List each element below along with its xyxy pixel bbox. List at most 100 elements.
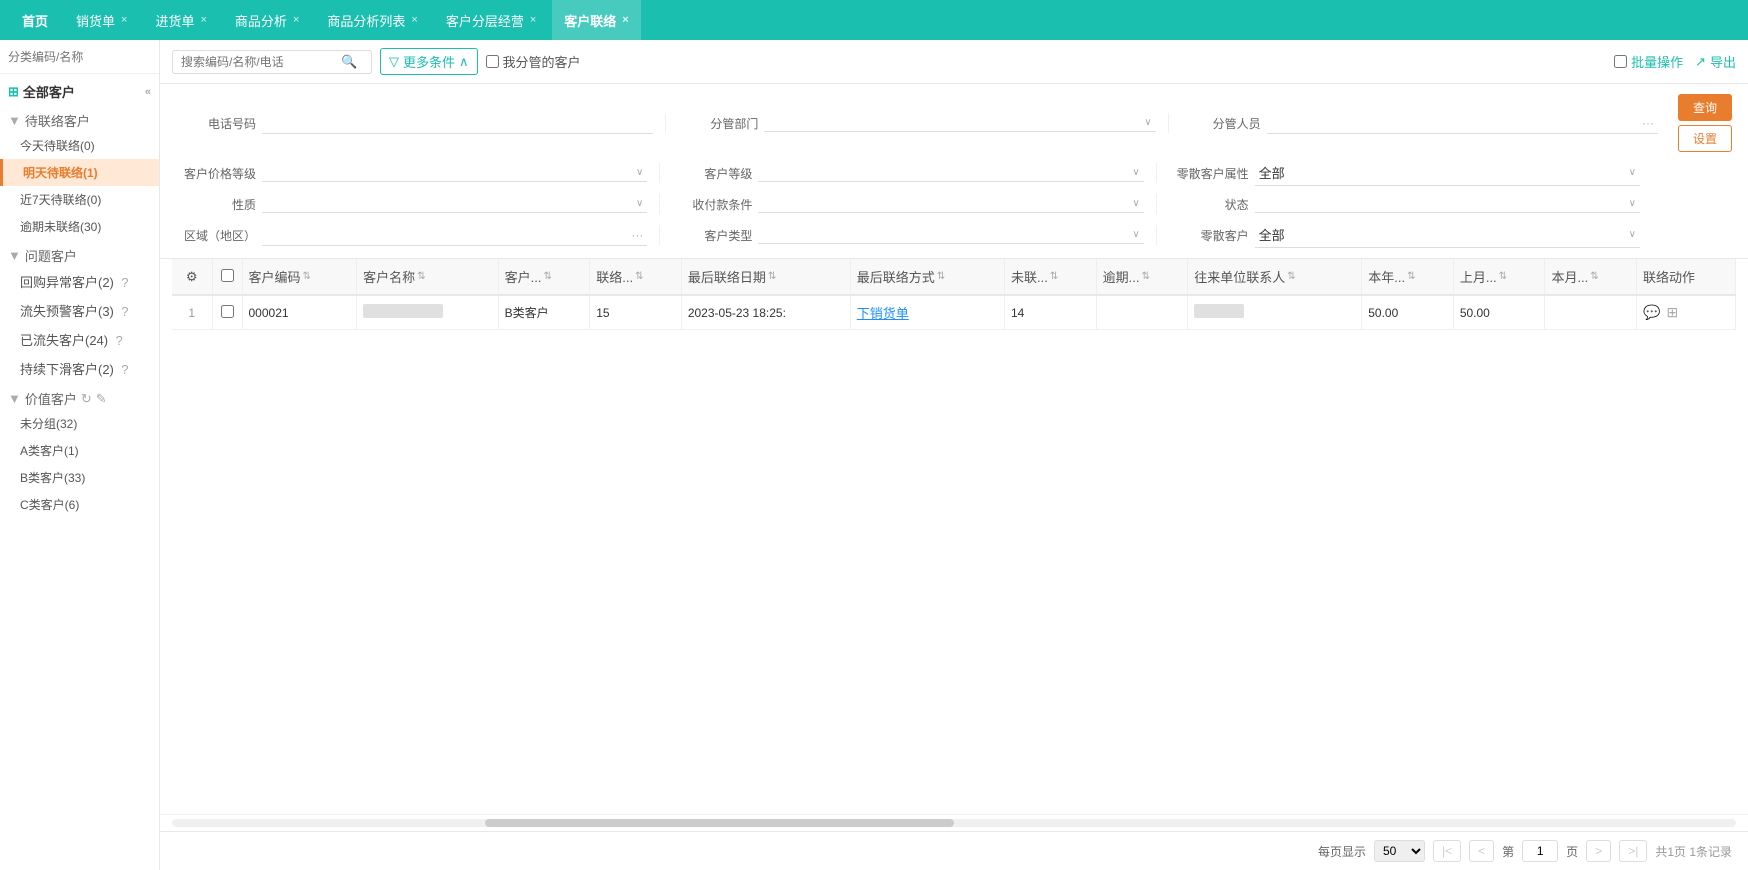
sort-icon[interactable]: ⇅ bbox=[1407, 271, 1415, 282]
reset-button[interactable]: 设置 bbox=[1678, 125, 1732, 152]
search-input[interactable] bbox=[181, 55, 341, 69]
price-level-select[interactable]: ∨ bbox=[262, 164, 647, 182]
filter-customer-level: 客户等级 ∨ bbox=[672, 164, 1143, 182]
sidebar-item-overdue[interactable]: 逾期未联络(30) bbox=[0, 213, 159, 240]
area-label: 区域（地区） bbox=[176, 227, 256, 244]
dept-select[interactable]: ∨ bbox=[764, 114, 1155, 132]
area-select[interactable]: ··· bbox=[262, 225, 647, 246]
nav-customer-layering[interactable]: 客户分层经营 × bbox=[434, 0, 548, 40]
sidebar-item-a-class[interactable]: A类客户(1) bbox=[0, 437, 159, 464]
batch-checkbox[interactable] bbox=[1614, 55, 1627, 68]
close-icon[interactable]: × bbox=[293, 14, 299, 26]
search-icon[interactable]: 🔍 bbox=[341, 54, 357, 70]
sort-icon[interactable]: ⇅ bbox=[303, 271, 311, 282]
pending-group-title[interactable]: ▼ 待联络客户 bbox=[0, 105, 159, 132]
next-page-button[interactable]: > bbox=[1586, 840, 1611, 862]
sidebar-item-c-class[interactable]: C类客户(6) bbox=[0, 491, 159, 518]
last-page-button[interactable]: >| bbox=[1619, 840, 1647, 862]
my-customers-checkbox[interactable] bbox=[486, 55, 499, 68]
sidebar-item-b-class[interactable]: B类客户(33) bbox=[0, 464, 159, 491]
select-all-checkbox[interactable] bbox=[221, 269, 234, 282]
customer-name-cell bbox=[357, 295, 498, 330]
nature-select[interactable]: ∨ bbox=[262, 195, 647, 213]
collapse-icon[interactable]: « bbox=[145, 86, 151, 98]
chevron-down-icon: ∨ bbox=[1132, 229, 1139, 240]
refresh-icon[interactable]: ↻ bbox=[81, 391, 92, 407]
contact-method-link[interactable]: 下销货单 bbox=[857, 306, 909, 321]
col-checkbox bbox=[212, 259, 242, 295]
sidebar-search-container: 🔍 bbox=[0, 40, 159, 74]
help-icon[interactable]: ? bbox=[121, 275, 128, 290]
col-last-month: 上月... ⇅ bbox=[1453, 259, 1545, 295]
sort-icon[interactable]: ⇅ bbox=[635, 271, 643, 282]
query-button[interactable]: 查询 bbox=[1678, 94, 1732, 121]
contact-action-icon[interactable]: 💬 bbox=[1643, 304, 1660, 321]
nav-sales-order[interactable]: 销货单 × bbox=[64, 0, 139, 40]
sort-icon[interactable]: ⇅ bbox=[417, 271, 425, 282]
scroll-thumb[interactable] bbox=[485, 819, 954, 827]
sort-icon[interactable]: ⇅ bbox=[1050, 271, 1058, 282]
help-icon[interactable]: ? bbox=[115, 333, 122, 348]
sidebar-item-week-pending[interactable]: 近7天待联络(0) bbox=[0, 186, 159, 213]
help-icon[interactable]: ? bbox=[121, 304, 128, 319]
settings-icon[interactable]: ⚙ bbox=[186, 269, 198, 284]
customer-type-select[interactable]: ∨ bbox=[758, 226, 1143, 244]
col-this-month-label: 本月... bbox=[1551, 267, 1588, 286]
phone-input[interactable] bbox=[262, 113, 653, 134]
col-customer-code-label: 客户编码 bbox=[249, 267, 301, 286]
page-number-input[interactable] bbox=[1522, 840, 1558, 862]
problem-group-title[interactable]: ▼ 问题客户 bbox=[0, 240, 159, 267]
sidebar-item-tomorrow-pending[interactable]: 明天待联络(1) bbox=[0, 159, 159, 186]
nav-purchase-order[interactable]: 进货单 × bbox=[143, 0, 218, 40]
sidebar-item-churned[interactable]: 已流失客户(24) ? bbox=[0, 325, 159, 354]
sort-icon[interactable]: ⇅ bbox=[543, 271, 551, 282]
close-icon[interactable]: × bbox=[622, 14, 628, 26]
sidebar-item-churn-warning[interactable]: 流失预警客户(3) ? bbox=[0, 296, 159, 325]
sort-icon[interactable]: ⇅ bbox=[768, 271, 776, 282]
more-filter-button[interactable]: ▽ 更多条件 ∧ bbox=[380, 48, 478, 75]
close-icon[interactable]: × bbox=[411, 14, 417, 26]
payment-select[interactable]: ∨ bbox=[758, 195, 1143, 213]
help-icon[interactable]: ? bbox=[121, 362, 128, 377]
my-customers-filter[interactable]: 我分管的客户 bbox=[486, 52, 581, 71]
export-button[interactable]: ↗ 导出 bbox=[1695, 52, 1736, 71]
customer-level-select[interactable]: ∨ bbox=[758, 164, 1143, 182]
chevron-down-icon: ∨ bbox=[1629, 198, 1636, 209]
close-icon[interactable]: × bbox=[200, 14, 206, 26]
sidebar-item-today-pending[interactable]: 今天待联络(0) bbox=[0, 132, 159, 159]
retail-select[interactable]: 全部 ∨ bbox=[1255, 222, 1640, 248]
retail-attr-select[interactable]: 全部 ∨ bbox=[1255, 160, 1640, 186]
person-select[interactable]: ··· bbox=[1267, 113, 1658, 134]
sort-icon[interactable]: ⇅ bbox=[1499, 271, 1507, 282]
table-row: 1 000021 B类客户 15 2023-05-23 18:25: 下销货单 bbox=[172, 295, 1736, 330]
col-action-label: 联络动作 bbox=[1643, 270, 1695, 285]
row-checkbox[interactable] bbox=[221, 305, 234, 318]
action-cell: 💬 ⊞ bbox=[1637, 295, 1736, 330]
nav-product-analysis[interactable]: 商品分析 × bbox=[223, 0, 311, 40]
status-select[interactable]: ∨ bbox=[1255, 195, 1640, 213]
batch-operation-button[interactable]: 批量操作 bbox=[1614, 52, 1683, 71]
value-group-title[interactable]: ▼ 价值客户 ↻ ✎ bbox=[0, 383, 159, 410]
sidebar-item-declining[interactable]: 持续下滑客户(2) ? bbox=[0, 354, 159, 383]
edit-icon[interactable]: ✎ bbox=[96, 391, 107, 407]
per-page-select[interactable]: 50 100 200 bbox=[1374, 840, 1425, 862]
sort-icon[interactable]: ⇅ bbox=[1590, 271, 1598, 282]
sidebar-item-abnormal-repurchase[interactable]: 回购异常客户(2) ? bbox=[0, 267, 159, 296]
sidebar-item-ungrouped[interactable]: 未分组(32) bbox=[0, 410, 159, 437]
sort-icon[interactable]: ⇅ bbox=[1141, 271, 1149, 282]
sidebar-search-input[interactable] bbox=[8, 50, 160, 64]
page-label: 第 bbox=[1502, 843, 1514, 860]
close-icon[interactable]: × bbox=[530, 14, 536, 26]
table-header-row: ⚙ 客户编码 ⇅ 客户名称 bbox=[172, 259, 1736, 295]
nav-customer-contact[interactable]: 客户联络 × bbox=[552, 0, 640, 40]
all-customers-title[interactable]: ⊞ 全部客户 « bbox=[0, 74, 159, 105]
sort-icon[interactable]: ⇅ bbox=[1287, 271, 1295, 282]
more-action-icon[interactable]: ⊞ bbox=[1666, 304, 1678, 321]
sort-icon[interactable]: ⇅ bbox=[937, 271, 945, 282]
prev-page-button[interactable]: < bbox=[1469, 840, 1494, 862]
nav-product-analysis-list[interactable]: 商品分析列表 × bbox=[315, 0, 429, 40]
first-page-button[interactable]: |< bbox=[1433, 840, 1461, 862]
close-icon[interactable]: × bbox=[121, 14, 127, 26]
arrow-down-icon: ▼ bbox=[8, 248, 21, 263]
nav-home[interactable]: 首页 bbox=[10, 0, 60, 40]
